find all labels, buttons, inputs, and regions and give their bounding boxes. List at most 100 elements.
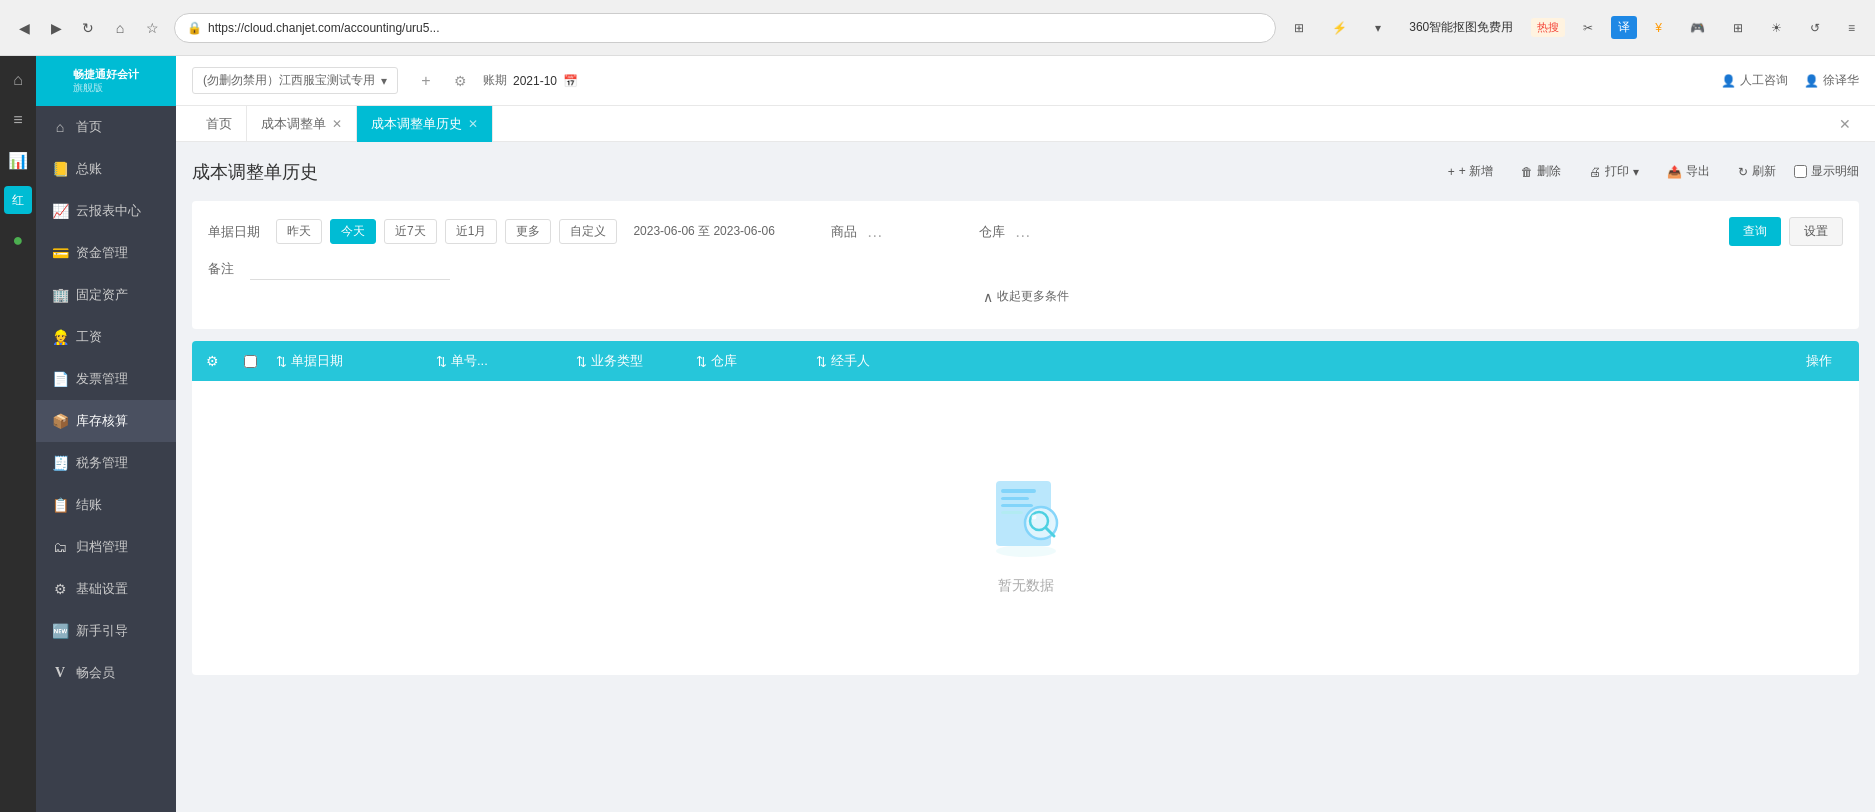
menu-icon[interactable]: ≡ bbox=[1838, 17, 1865, 39]
grid-icon[interactable]: ⊞ bbox=[1723, 17, 1753, 39]
settings-icon: ⚙ bbox=[52, 581, 68, 597]
query-button[interactable]: 查询 bbox=[1729, 217, 1781, 246]
add-icon: + bbox=[1448, 165, 1455, 179]
sidebar-item-inventory[interactable]: 📦 库存核算 bbox=[36, 400, 176, 442]
sun-icon[interactable]: ☀ bbox=[1761, 17, 1792, 39]
reload-button[interactable]: ↻ bbox=[74, 14, 102, 42]
th-date[interactable]: ⇅ 单据日期 bbox=[268, 352, 428, 370]
home-button[interactable]: ⌂ bbox=[106, 14, 134, 42]
sidebar-item-salary[interactable]: 👷 工资 bbox=[36, 316, 176, 358]
sidebar-label-home: 首页 bbox=[76, 118, 102, 136]
strip-list[interactable]: ≡ bbox=[4, 106, 32, 134]
sidebar-item-assets[interactable]: 🏢 固定资产 bbox=[36, 274, 176, 316]
game-icon[interactable]: 🎮 bbox=[1680, 17, 1715, 39]
warehouse-more-dots[interactable]: … bbox=[1015, 223, 1031, 241]
th-handler[interactable]: ⇅ 经手人 bbox=[808, 352, 928, 370]
sidebar-item-settings[interactable]: ⚙ 基础设置 bbox=[36, 568, 176, 610]
today-btn[interactable]: 今天 bbox=[330, 219, 376, 244]
tab-cost-adjust-history-label: 成本调整单历史 bbox=[371, 115, 462, 133]
tab-cost-adjust-history-close[interactable]: ✕ bbox=[468, 117, 478, 131]
th-settings[interactable]: ⚙ bbox=[192, 353, 232, 369]
export-icon: 📤 bbox=[1667, 165, 1682, 179]
sidebar-item-home[interactable]: ⌂ 首页 bbox=[36, 106, 176, 148]
th-type[interactable]: ⇅ 业务类型 bbox=[568, 352, 688, 370]
address-bar[interactable]: 🔒 https://cloud.chanjet.com/accounting/u… bbox=[174, 13, 1276, 43]
url-text: https://cloud.chanjet.com/accounting/uru… bbox=[208, 21, 439, 35]
user-item[interactable]: 👤 徐译华 bbox=[1804, 72, 1859, 89]
org-settings-icon[interactable]: ⚙ bbox=[454, 73, 467, 89]
date-quick-buttons: 昨天 今天 近7天 近1月 更多 自定义 bbox=[276, 219, 617, 244]
delete-button[interactable]: 🗑 删除 bbox=[1511, 158, 1571, 185]
th-checkbox[interactable] bbox=[232, 355, 268, 368]
calendar-icon[interactable]: 📅 bbox=[563, 74, 578, 88]
star-button[interactable]: ☆ bbox=[138, 14, 166, 42]
tab-cost-adjust-close[interactable]: ✕ bbox=[332, 117, 342, 131]
sidebar-item-vip[interactable]: V 畅会员 bbox=[36, 652, 176, 694]
sidebar-item-close[interactable]: 📋 结账 bbox=[36, 484, 176, 526]
sidebar-label-tax: 税务管理 bbox=[76, 454, 128, 472]
show-cols-checkbox[interactable] bbox=[1794, 165, 1807, 178]
reports-icon: 📈 bbox=[52, 203, 68, 219]
org-label: (勿删勿禁用）江西服宝测试专用 bbox=[203, 72, 375, 89]
delete-label: 删除 bbox=[1537, 163, 1561, 180]
more-btn[interactable]: 更多 bbox=[505, 219, 551, 244]
sidebar-logo: 畅捷通好会计 旗舰版 bbox=[36, 56, 176, 106]
add-button[interactable]: + + 新增 bbox=[1438, 158, 1503, 185]
date-filter-label: 单据日期 bbox=[208, 223, 260, 241]
back-button[interactable]: ◀ bbox=[10, 14, 38, 42]
print-button[interactable]: 🖨 打印 ▾ bbox=[1579, 158, 1649, 185]
sidebar-item-tax[interactable]: 🧾 税务管理 bbox=[36, 442, 176, 484]
tax-icon: 🧾 bbox=[52, 455, 68, 471]
tab-cost-adjust-history[interactable]: 成本调整单历史 ✕ bbox=[357, 106, 493, 142]
strip-home[interactable]: ⌂ bbox=[4, 66, 32, 94]
salary-icon: 👷 bbox=[52, 329, 68, 345]
th-warehouse[interactable]: ⇅ 仓库 bbox=[688, 352, 808, 370]
forward-button[interactable]: ▶ bbox=[42, 14, 70, 42]
last1month-btn[interactable]: 近1月 bbox=[445, 219, 498, 244]
inventory-icon: 📦 bbox=[52, 413, 68, 429]
custom-btn[interactable]: 自定义 bbox=[559, 219, 617, 244]
page-actions: + + 新增 🗑 删除 🖨 打印 ▾ 📤 导出 bbox=[1438, 158, 1859, 185]
sidebar-item-archive[interactable]: 🗂 归档管理 bbox=[36, 526, 176, 568]
strip-green[interactable]: ● bbox=[4, 226, 32, 254]
last7days-btn[interactable]: 近7天 bbox=[384, 219, 437, 244]
apps-button[interactable]: ⊞ bbox=[1284, 17, 1314, 39]
translate-icon[interactable]: 译 bbox=[1611, 16, 1637, 39]
collapse-button[interactable]: ∧ 收起更多条件 bbox=[983, 288, 1069, 305]
th-number[interactable]: ⇅ 单号... bbox=[428, 352, 568, 370]
svg-point-0 bbox=[996, 545, 1056, 557]
close-all-button[interactable]: ✕ bbox=[1831, 116, 1859, 132]
yesterday-btn[interactable]: 昨天 bbox=[276, 219, 322, 244]
empty-svg bbox=[976, 461, 1076, 561]
undo-icon[interactable]: ↺ bbox=[1800, 17, 1830, 39]
sidebar-item-guide[interactable]: 🆕 新手引导 bbox=[36, 610, 176, 652]
lightning-button[interactable]: ⚡ bbox=[1322, 17, 1357, 39]
sidebar-item-ledger[interactable]: 📒 总账 bbox=[36, 148, 176, 190]
org-selector[interactable]: (勿删勿禁用）江西服宝测试专用 ▾ bbox=[192, 67, 398, 94]
goods-more-dots[interactable]: … bbox=[867, 223, 883, 241]
select-all-checkbox[interactable] bbox=[244, 355, 257, 368]
browser-nav-buttons: ◀ ▶ ↻ ⌂ ☆ bbox=[10, 14, 166, 42]
tab-home[interactable]: 首页 bbox=[192, 106, 247, 142]
remark-input[interactable] bbox=[250, 258, 450, 280]
sidebar-item-funds[interactable]: 💳 资金管理 bbox=[36, 232, 176, 274]
empty-icon bbox=[976, 461, 1076, 561]
refresh-button[interactable]: ↻ 刷新 bbox=[1728, 158, 1786, 185]
strip-active[interactable]: 红 bbox=[4, 186, 32, 214]
sidebar-item-invoice[interactable]: 📄 发票管理 bbox=[36, 358, 176, 400]
sidebar-item-reports[interactable]: 📈 云报表中心 bbox=[36, 190, 176, 232]
currency-icon[interactable]: ¥ bbox=[1645, 17, 1672, 39]
top-bar-right: 👤 人工咨询 👤 徐译华 bbox=[1721, 72, 1859, 89]
service-item[interactable]: 👤 人工咨询 bbox=[1721, 72, 1788, 89]
settings-filter-button[interactable]: 设置 bbox=[1789, 217, 1843, 246]
export-button[interactable]: 📤 导出 bbox=[1657, 158, 1720, 185]
period-label: 账期 bbox=[483, 72, 507, 89]
add-tab-button[interactable]: + bbox=[414, 69, 438, 93]
sort-icon-num: ⇅ bbox=[436, 354, 447, 369]
page-header: 成本调整单历史 + + 新增 🗑 删除 🖨 打印 ▾ bbox=[192, 158, 1859, 185]
tab-cost-adjust[interactable]: 成本调整单 ✕ bbox=[247, 106, 357, 142]
dropdown-button[interactable]: ▾ bbox=[1365, 17, 1391, 39]
strip-chart[interactable]: 📊 bbox=[4, 146, 32, 174]
scissor-icon[interactable]: ✂ bbox=[1573, 17, 1603, 39]
collapse-label: 收起更多条件 bbox=[997, 288, 1069, 305]
